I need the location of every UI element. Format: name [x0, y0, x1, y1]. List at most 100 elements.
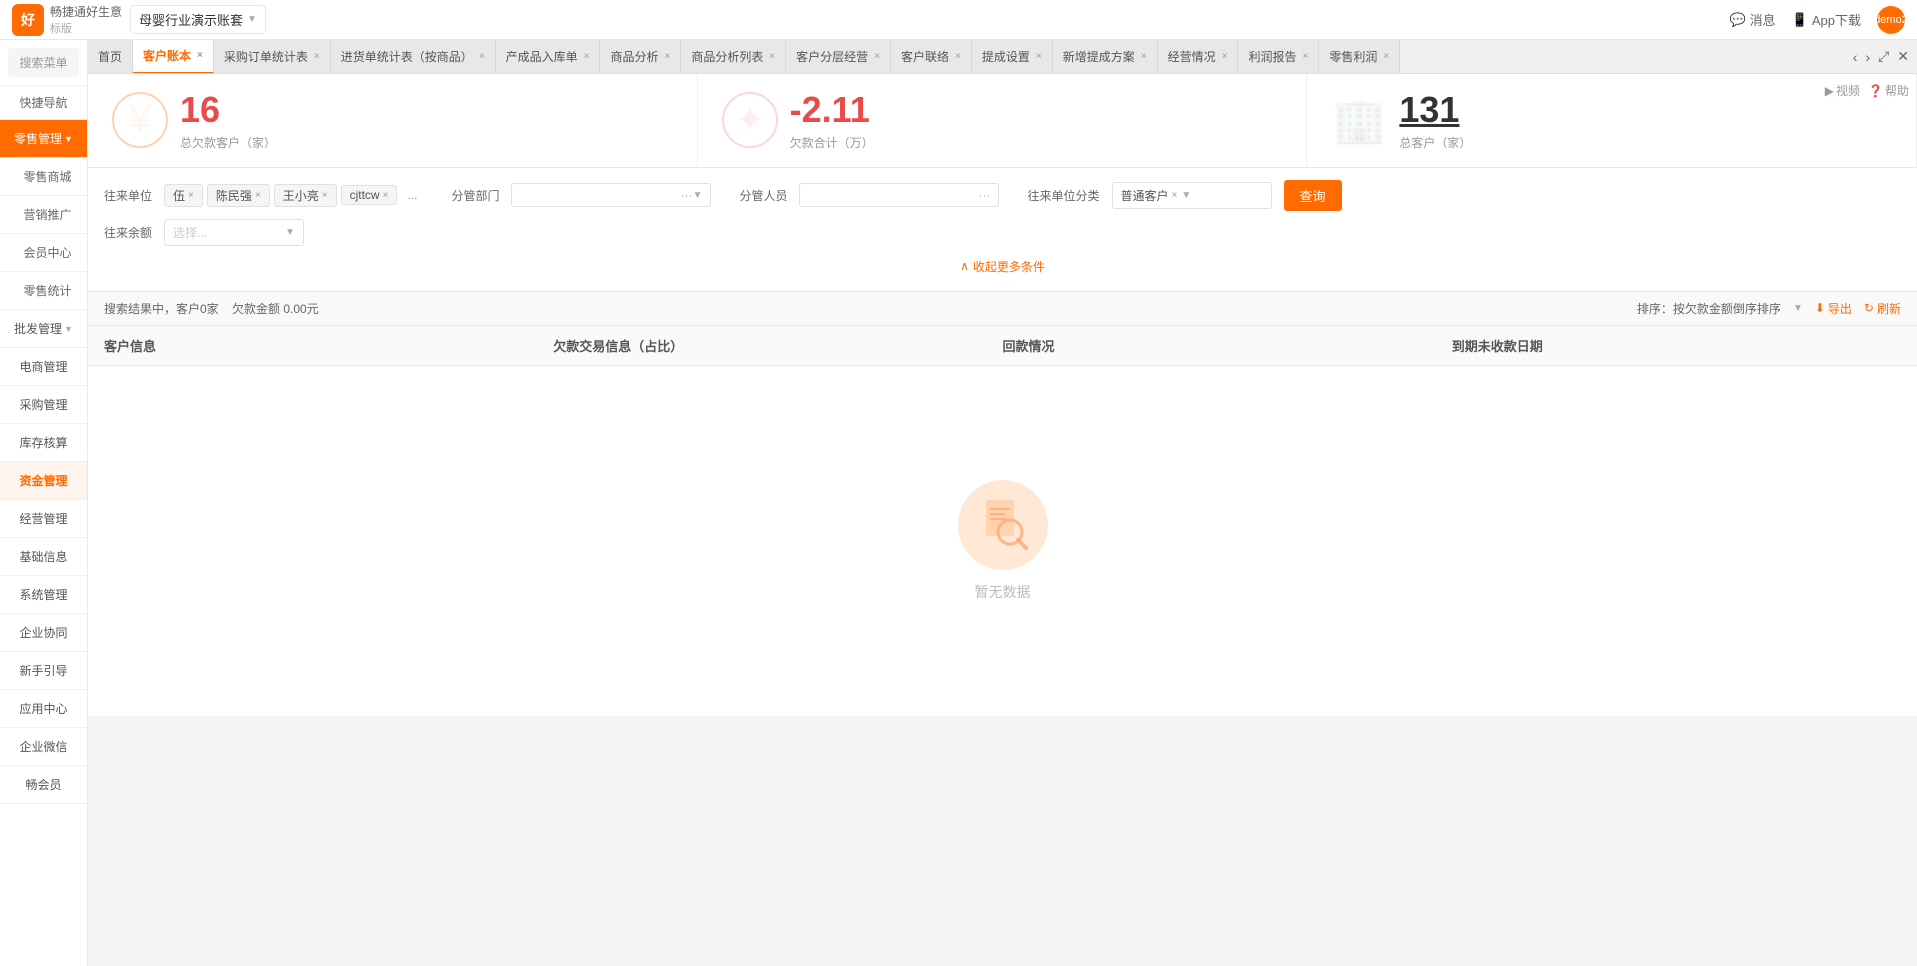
col-due-date: 到期未收款日期 — [1452, 336, 1901, 355]
tab-close-new-promotion[interactable]: × — [1141, 51, 1147, 62]
unit-tag-wang-close[interactable]: × — [322, 190, 328, 201]
message-btn[interactable]: 💬 消息 — [1729, 10, 1775, 29]
tab-close-customer-book[interactable]: × — [197, 50, 203, 61]
balance-filter-label: 往来余额 — [104, 224, 152, 241]
chevron-icon: ▼ — [64, 134, 73, 144]
sidebar-item-inventory[interactable]: 库存核算 — [0, 424, 87, 462]
sidebar-item-basic-info[interactable]: 基础信息 — [0, 538, 87, 576]
tab-next-btn[interactable]: › — [1863, 47, 1872, 67]
export-btn[interactable]: ⬇ 导出 — [1815, 300, 1852, 317]
tab-customer-contact[interactable]: 客户联络 × — [891, 40, 972, 74]
tab-close-all-btn[interactable]: ✕ — [1895, 46, 1911, 67]
sidebar-item-app-center[interactable]: 应用中心 — [0, 690, 87, 728]
tab-close-customer-tier[interactable]: × — [874, 51, 880, 62]
tab-promotion-settings[interactable]: 提成设置 × — [972, 40, 1053, 74]
sidebar-item-ops[interactable]: 经营管理 — [0, 500, 87, 538]
video-icon: ▶ — [1825, 84, 1834, 98]
tab-product-analysis-list[interactable]: 商品分析列表 × — [681, 40, 786, 74]
unit-type-select[interactable]: 普通客户 × ▼ — [1112, 182, 1272, 209]
sidebar-item-sales-promo[interactable]: 营销推广 — [0, 196, 87, 234]
no-data-text: 暂无数据 — [975, 582, 1031, 602]
stat-owed-amount: ✦ -2.11 欠款合计（万） — [698, 74, 1308, 167]
tab-ops-status[interactable]: 经营情况 × — [1158, 40, 1239, 74]
page-content: ¥ 16 总欠款客户（家） ✦ — [88, 74, 1917, 966]
tab-expand-btn[interactable]: ⤢ — [1876, 46, 1891, 67]
sidebar-item-vip[interactable]: 畅会员 — [0, 766, 87, 804]
tab-goods-instock[interactable]: 进货单统计表（按商品） × — [331, 40, 496, 74]
results-info: 搜索结果中，客户0家 欠款金额 0.00元 — [104, 300, 319, 317]
chevron-down-icon: ▼ — [247, 14, 257, 25]
unit-filter-tags: 伍 × 陈民强 × 王小亮 × cjttcw × — [164, 184, 423, 207]
help-icon: ❓ — [1868, 84, 1883, 98]
collapse-filter-btn[interactable]: ∧ 收起更多条件 — [948, 254, 1057, 279]
tab-new-promotion[interactable]: 新增提成方案 × — [1053, 40, 1158, 74]
tab-close-purchase-order[interactable]: × — [314, 51, 320, 62]
sidebar-item-new-guide[interactable]: 新手引导 — [0, 652, 87, 690]
unit-tag-wu-close[interactable]: × — [188, 190, 194, 201]
help-btn[interactable]: ❓ 帮助 — [1868, 82, 1909, 99]
avatar[interactable]: demo2 — [1877, 6, 1905, 34]
person-filter-select[interactable]: ··· — [799, 183, 999, 207]
app-icon: 📱 — [1792, 12, 1808, 28]
tab-retail-profit[interactable]: 零售利润 × — [1319, 40, 1400, 74]
stat-owed-customers-value: 16 — [180, 90, 276, 130]
search-menu-btn[interactable]: 搜索菜单 — [8, 48, 79, 77]
company-selector[interactable]: 母婴行业演示账套 ▼ — [130, 5, 266, 34]
sidebar-item-member-center[interactable]: 会员中心 — [0, 234, 87, 272]
sidebar-item-retail-mall[interactable]: 零售商城 — [0, 158, 87, 196]
tab-customer-book[interactable]: 客户账本 × — [133, 40, 214, 74]
stats-bar-controls: ▶ 视频 ❓ 帮助 — [1825, 82, 1909, 99]
search-result-text: 搜索结果中，客户0家 — [104, 302, 219, 316]
query-button[interactable]: 查询 — [1284, 180, 1342, 211]
top-bar-right: 💬 消息 📱 App下载 demo2 — [1729, 6, 1905, 34]
tab-close-customer-contact[interactable]: × — [955, 51, 961, 62]
tab-close-promotion[interactable]: × — [1036, 51, 1042, 62]
quick-nav-btn[interactable]: 快捷导航 — [0, 86, 87, 120]
owed-customers-bg-icon: ¥ — [129, 98, 151, 143]
sidebar-item-enterprise-wechat[interactable]: 企业微信 — [0, 728, 87, 766]
tab-profit-report[interactable]: 利润报告 × — [1238, 40, 1319, 74]
tab-close-product-analysis[interactable]: × — [664, 51, 670, 62]
person-more-btn[interactable]: ··· — [978, 188, 990, 202]
unit-type-tag-close[interactable]: × — [1172, 190, 1178, 201]
tab-prev-btn[interactable]: ‹ — [1851, 47, 1860, 67]
unit-tag-chen-close[interactable]: × — [255, 190, 261, 201]
tab-close-ops[interactable]: × — [1222, 51, 1228, 62]
sidebar-item-retail-stats[interactable]: 零售统计 — [0, 272, 87, 310]
stat-owed-customers-label: 总欠款客户（家） — [180, 134, 276, 151]
tab-close-goods-instock[interactable]: × — [479, 51, 485, 62]
sidebar-item-purchase[interactable]: 采购管理 — [0, 386, 87, 424]
sidebar-item-finance[interactable]: 资金管理 — [0, 462, 87, 500]
tab-product-analysis[interactable]: 商品分析 × — [600, 40, 681, 74]
unit-tags-more-btn[interactable]: ... — [401, 186, 423, 204]
no-data-area: 暂无数据 — [88, 366, 1917, 716]
balance-filter-input[interactable]: 选择... ▼ — [164, 219, 304, 246]
unit-tag-wu: 伍 × — [164, 184, 203, 207]
top-bar: 好 畅捷通好生意 标版 母婴行业演示账套 ▼ 💬 消息 📱 App下载 demo… — [0, 0, 1917, 40]
refresh-btn[interactable]: ↻ 刷新 — [1864, 300, 1901, 317]
balance-chevron-icon: ▼ — [285, 227, 295, 238]
sidebar-item-enterprise-collab[interactable]: 企业协同 — [0, 614, 87, 652]
tab-purchase-order[interactable]: 采购订单统计表 × — [214, 40, 331, 74]
logo-area: 好 畅捷通好生意 标版 — [12, 3, 122, 36]
sidebar-item-system[interactable]: 系统管理 — [0, 576, 87, 614]
tab-customer-tier[interactable]: 客户分层经营 × — [786, 40, 891, 74]
sidebar-item-retail-mgmt[interactable]: 零售管理 ▼ — [0, 120, 87, 158]
app-download-btn[interactable]: 📱 App下载 — [1792, 10, 1861, 29]
unit-tag-cjttcw-close[interactable]: × — [383, 190, 389, 201]
main-layout: 搜索菜单 快捷导航 零售管理 ▼ 零售商城 营销推广 会员中心 零售统计 批发管… — [0, 40, 1917, 966]
tab-close-product-analysis-list[interactable]: × — [769, 51, 775, 62]
tab-home[interactable]: 首页 — [88, 40, 133, 74]
tab-close-product-instock[interactable]: × — [584, 51, 590, 62]
dept-filter-select[interactable]: ··· ▼ — [511, 183, 711, 207]
dept-more-btn[interactable]: ··· — [681, 188, 693, 202]
video-btn[interactable]: ▶ 视频 — [1825, 82, 1860, 99]
sidebar-item-wholesale-mgmt[interactable]: 批发管理 ▼ — [0, 310, 87, 348]
unit-tag-chen: 陈民强 × — [207, 184, 270, 207]
tab-close-profit[interactable]: × — [1302, 51, 1308, 62]
tab-bar-controls: ‹ › ⤢ ✕ — [1845, 46, 1917, 67]
tab-product-instock[interactable]: 产成品入库单 × — [496, 40, 601, 74]
sidebar-item-ecommerce[interactable]: 电商管理 — [0, 348, 87, 386]
tab-close-retail-profit[interactable]: × — [1383, 51, 1389, 62]
person-filter-label: 分管人员 — [739, 187, 787, 204]
